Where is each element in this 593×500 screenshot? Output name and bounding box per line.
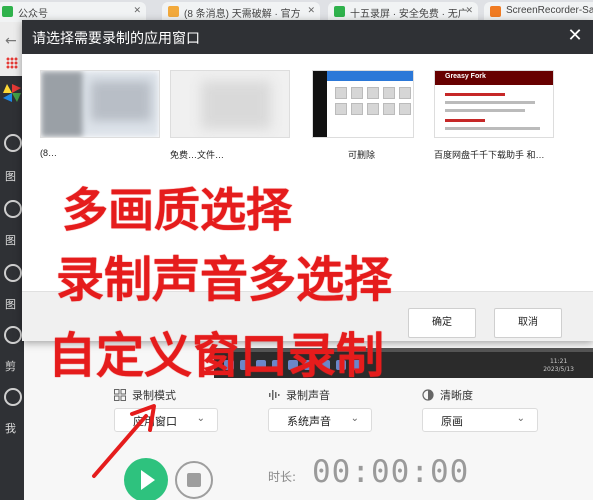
tab-label: 十五录屏 · 安全免费 · 无广 (350, 9, 468, 20)
annotation-arrow-icon (92, 404, 156, 478)
window-title: 可删除 (348, 150, 376, 160)
stop-record-button[interactable] (175, 461, 213, 499)
tab-label: ScreenRecorder-Satu (506, 5, 593, 16)
annotation-line-1: 多画质选择 (62, 183, 292, 237)
browser-tab-2[interactable]: 十五录屏 · 安全免费 · 无广 ✕ (328, 2, 478, 22)
browser-tab-1[interactable]: (8 条消息) 天需破解 · 官方 ✕ (162, 2, 320, 22)
window-thumbnail: Greasy Fork (434, 70, 554, 138)
sidebar-circle-icon[interactable] (4, 200, 22, 218)
quality-label-row: 清晰度 (422, 387, 538, 403)
app-logo-icon (3, 84, 21, 102)
quality-label: 清晰度 (440, 389, 473, 402)
annotation-line-3: 自定义窗口录制 (48, 328, 385, 384)
sidebar-circle-icon[interactable] (4, 388, 22, 406)
confirm-button[interactable]: 确定 (408, 308, 476, 338)
window-thumbnail (170, 70, 290, 138)
apps-grid-icon[interactable] (6, 57, 18, 69)
tab-close-icon[interactable]: ✕ (465, 5, 473, 16)
window-option-0[interactable]: (8… (40, 70, 160, 158)
sidebar-label: 剪 (5, 360, 16, 373)
greasyfork-logo: Greasy Fork (445, 73, 486, 80)
back-arrow-icon[interactable]: ← (5, 33, 17, 49)
chevron-down-icon: ⌄ (350, 413, 359, 424)
window-thumbnail (312, 70, 414, 138)
tab-close-icon[interactable]: ✕ (133, 5, 141, 16)
record-audio-label-row: 录制声音 (268, 387, 372, 403)
browser-tab-3[interactable]: ScreenRecorder-Satu (484, 2, 593, 22)
tab-close-icon[interactable]: ✕ (307, 5, 315, 16)
sidebar-label: 图 (5, 234, 16, 247)
wechat-icon (2, 6, 13, 17)
window-option-2[interactable]: 可删除 (312, 70, 414, 161)
sidebar-label: 图 (5, 298, 16, 311)
window-option-1[interactable]: 免费…文件… (170, 70, 290, 161)
recorder-icon (334, 6, 345, 17)
sound-wave-icon (269, 390, 280, 400)
app-left-sidebar: 图 图 图 剪 我 (0, 76, 24, 500)
duration-value: 00:00:00 (312, 454, 470, 490)
tab-label: 公众号 (18, 9, 48, 20)
quality-value: 原画 (441, 415, 463, 428)
window-thumbnail (40, 70, 160, 138)
dialog-title: 请选择需要录制的应用窗口 (32, 31, 200, 47)
quality-group: 清晰度 原画 ⌄ (422, 387, 538, 432)
quality-select[interactable]: 原画 ⌄ (422, 408, 538, 432)
dialog-titlebar: 请选择需要录制的应用窗口 ✕ (22, 20, 593, 54)
record-audio-group: 录制声音 系统声音 ⌄ (268, 387, 372, 432)
csdn-icon (168, 6, 179, 17)
quality-icon (422, 389, 434, 401)
chevron-down-icon: ⌄ (516, 413, 525, 424)
window-title: (8… (40, 148, 58, 158)
sidebar-label: 我 (5, 422, 16, 435)
record-audio-value: 系统声音 (287, 415, 331, 428)
sidebar-circle-icon[interactable] (4, 326, 22, 344)
window-option-3[interactable]: Greasy Fork 百度网盘千千下载助手 和… (434, 70, 554, 161)
tab-label: (8 条消息) 天需破解 · 官方 (184, 9, 301, 20)
cancel-button[interactable]: 取消 (494, 308, 562, 338)
chevron-down-icon: ⌄ (196, 413, 205, 424)
browser-tab-strip: 公众号 ✕ (8 条消息) 天需破解 · 官方 ✕ 十五录屏 · 安全免费 · … (0, 0, 593, 22)
sourceforge-icon (490, 6, 501, 17)
sidebar-label: 图 (5, 170, 16, 183)
record-audio-label: 录制声音 (286, 389, 330, 402)
window-title: 百度网盘千千下载助手 和… (434, 150, 545, 160)
annotation-line-2: 录制声音多选择 (56, 252, 393, 308)
sidebar-circle-icon[interactable] (4, 134, 22, 152)
close-icon[interactable]: ✕ (565, 26, 585, 46)
taskbar-clock: 11:21 2023/5/13 (543, 358, 574, 373)
duration-label: 时长: (268, 470, 297, 484)
sidebar-circle-icon[interactable] (4, 264, 22, 282)
record-audio-select[interactable]: 系统声音 ⌄ (268, 408, 372, 432)
window-title: 免费…文件… (170, 150, 225, 160)
browser-tab-0[interactable]: 公众号 ✕ (0, 2, 146, 22)
